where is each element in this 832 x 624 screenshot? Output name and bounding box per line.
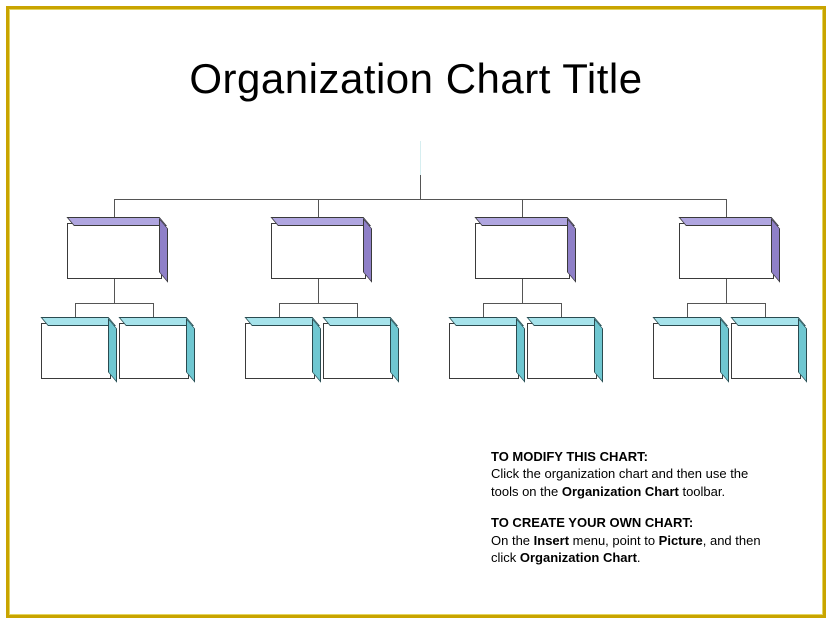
create-text-d: Picture [659, 533, 703, 548]
org-box-level3-2b[interactable] [323, 323, 393, 379]
mid2-bus [279, 303, 357, 304]
org-box-level3-3b[interactable] [527, 323, 597, 379]
create-text-g: . [637, 550, 641, 565]
org-box-level2-4[interactable] [679, 223, 774, 279]
org-box-level3-3a[interactable] [449, 323, 519, 379]
mid4-bus [687, 303, 765, 304]
org-box-level3-2a[interactable] [245, 323, 315, 379]
org-box-level3-4b[interactable] [731, 323, 801, 379]
org-chart[interactable] [49, 129, 783, 429]
org-box-level2-1[interactable] [67, 223, 162, 279]
modify-header: TO MODIFY THIS CHART: [491, 449, 648, 464]
create-text-f: Organization Chart [520, 550, 637, 565]
mid1-bus [75, 303, 153, 304]
mid1-down [114, 279, 115, 303]
root-stub [420, 141, 421, 175]
mid2-down [318, 279, 319, 303]
org-box-level3-4a[interactable] [653, 323, 723, 379]
instructions-create: TO CREATE YOUR OWN CHART: On the Insert … [491, 514, 771, 567]
modify-text-b: Organization Chart [562, 484, 679, 499]
create-header: TO CREATE YOUR OWN CHART: [491, 515, 693, 530]
chart-title: Organization Chart Title [9, 55, 823, 103]
create-text-b: Insert [534, 533, 569, 548]
org-box-level3-1b[interactable] [119, 323, 189, 379]
mid4-down [726, 279, 727, 303]
org-box-level3-1a[interactable] [41, 323, 111, 379]
instructions-modify: TO MODIFY THIS CHART: Click the organiza… [491, 448, 771, 501]
create-text-c: menu, point to [569, 533, 659, 548]
instructions: TO MODIFY THIS CHART: Click the organiza… [491, 448, 771, 581]
create-text-a: On the [491, 533, 534, 548]
mid3-down [522, 279, 523, 303]
gold-frame: Organization Chart Title [6, 6, 826, 618]
root-drop [420, 175, 421, 199]
mid3-bus [483, 303, 561, 304]
org-box-level2-3[interactable] [475, 223, 570, 279]
modify-text-c: toolbar. [679, 484, 725, 499]
org-box-level2-2[interactable] [271, 223, 366, 279]
bus-level2 [114, 199, 726, 200]
